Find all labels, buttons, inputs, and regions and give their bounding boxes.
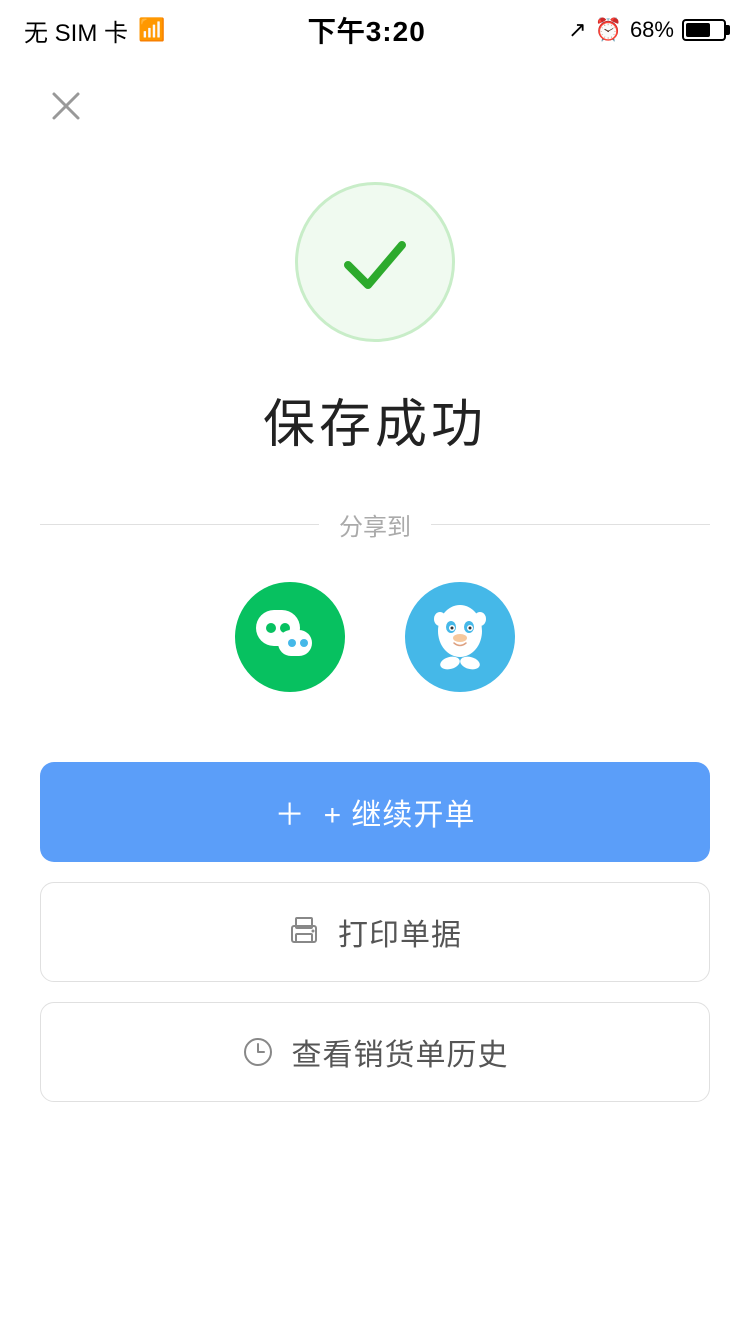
history-label: 查看销货单历史 xyxy=(292,1030,509,1074)
status-left: 无 SIM 卡 📶 xyxy=(24,13,165,48)
alarm-icon: ⏰ xyxy=(595,17,622,43)
qq-icon xyxy=(426,601,494,673)
success-title: 保存成功 xyxy=(263,382,487,457)
divider-left xyxy=(40,524,319,525)
close-btn-area xyxy=(0,60,750,132)
divider-right xyxy=(431,524,710,525)
history-icon xyxy=(242,1036,274,1068)
share-divider: 分享到 xyxy=(40,507,710,542)
wechat-share-button[interactable] xyxy=(235,582,345,692)
wechat-icon xyxy=(256,608,324,666)
share-label: 分享到 xyxy=(339,507,411,542)
wifi-icon: 📶 xyxy=(138,17,165,43)
print-icon xyxy=(288,916,320,948)
continue-plus-icon: ＋ xyxy=(275,790,306,834)
close-icon xyxy=(50,90,82,122)
status-bar: 无 SIM 卡 📶 下午3:20 ↗ ⏰ 68% xyxy=(0,0,750,60)
continue-button[interactable]: ＋ + 继续开单 xyxy=(40,762,710,862)
qq-share-button[interactable] xyxy=(405,582,515,692)
battery-percent: 68% xyxy=(630,17,674,43)
close-button[interactable] xyxy=(40,80,92,132)
print-button[interactable]: 打印单据 xyxy=(40,882,710,982)
status-time: 下午3:20 xyxy=(308,10,426,50)
location-icon: ↗ xyxy=(568,17,586,43)
action-buttons: ＋ + 继续开单 打印单据 查看销货单历 xyxy=(40,762,710,1102)
print-label: 打印单据 xyxy=(338,910,462,954)
battery-fill xyxy=(686,23,710,37)
checkmark-icon xyxy=(330,217,420,307)
main-content: 保存成功 分享到 xyxy=(0,132,750,1334)
continue-label: + 继续开单 xyxy=(324,790,476,834)
success-icon-wrapper xyxy=(295,182,455,342)
share-icons-row xyxy=(235,582,515,692)
history-button[interactable]: 查看销货单历史 xyxy=(40,1002,710,1102)
no-sim-text: 无 SIM 卡 xyxy=(24,13,128,48)
battery-icon xyxy=(682,19,726,41)
status-right: ↗ ⏰ 68% xyxy=(568,17,726,43)
